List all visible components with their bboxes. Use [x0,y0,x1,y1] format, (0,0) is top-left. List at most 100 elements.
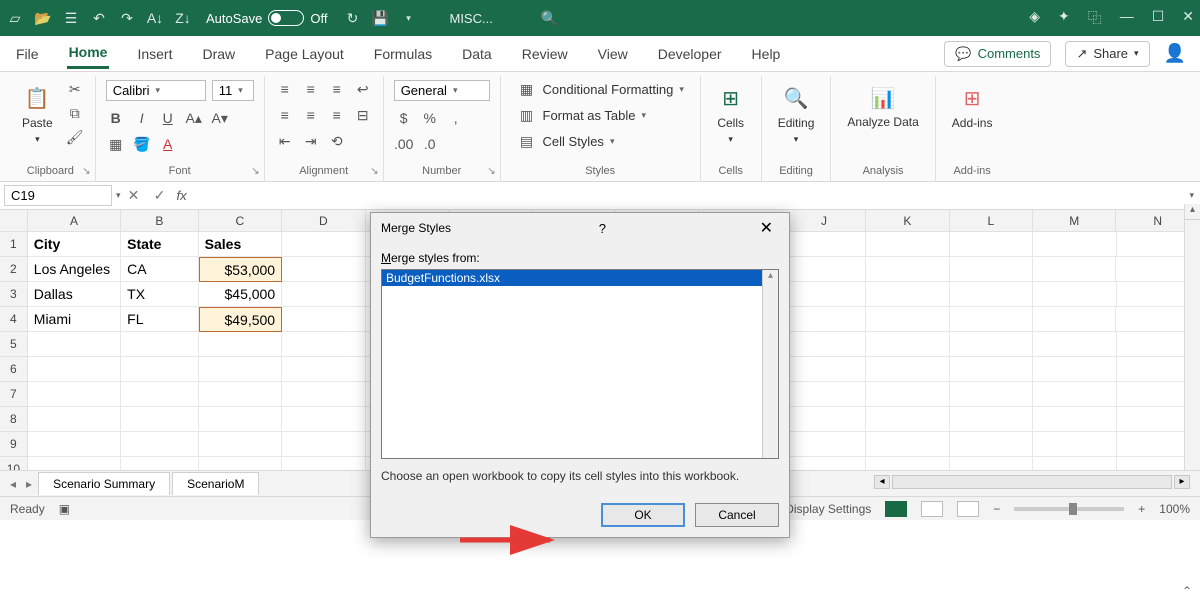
cell[interactable] [1033,232,1116,257]
cell[interactable] [950,432,1033,457]
cell[interactable] [783,407,866,432]
decimal-inc-icon[interactable]: .00 [394,135,414,153]
column-header[interactable]: D [282,210,365,232]
cell[interactable] [28,357,121,382]
cells-button[interactable]: ⊞Cells▾ [711,80,751,149]
align-center-icon[interactable]: ≡ [301,106,321,124]
cell[interactable] [282,332,365,357]
analyze-data-button[interactable]: 📊Analyze Data [841,80,924,133]
cell[interactable] [28,432,121,457]
row-header[interactable]: 4 [0,307,28,332]
decimal-dec-icon[interactable]: .0 [420,135,440,153]
row-header[interactable]: 3 [0,282,28,307]
cell[interactable] [783,232,866,257]
cell[interactable] [1033,307,1116,332]
cell[interactable] [1033,332,1116,357]
cell[interactable] [28,382,121,407]
row-header[interactable]: 6 [0,357,28,382]
row-header[interactable]: 2 [0,257,28,282]
cell[interactable] [866,282,949,307]
sheet-tab[interactable]: ScenarioM [172,472,259,495]
cell[interactable] [866,357,949,382]
cell[interactable]: Miami [28,307,121,332]
scroll-right-icon[interactable]: ▸ [1174,475,1190,489]
merge-icon[interactable]: ⊟ [353,106,373,124]
clipboard-launcher-icon[interactable]: ↘ [82,166,90,177]
qat-dropdown-icon[interactable]: ▾ [399,9,417,27]
search-icon[interactable]: 🔍 [541,10,558,27]
align-left-icon[interactable]: ≡ [275,106,295,124]
cell[interactable] [28,332,121,357]
cell[interactable] [866,332,949,357]
expand-formula-bar-icon[interactable]: ▾ [1183,190,1200,201]
column-header[interactable]: L [950,210,1033,232]
cell[interactable]: State [121,232,199,257]
open-icon[interactable]: 📂 [34,9,52,27]
sheet-nav-next-icon[interactable]: ▸ [22,477,36,491]
maximize-icon[interactable]: ☐ [1152,8,1165,28]
view-page-break-icon[interactable] [957,501,979,517]
cell[interactable] [282,257,365,282]
window-icon[interactable]: ⿻ [1088,8,1102,28]
tab-page-layout[interactable]: Page Layout [263,40,346,68]
indent-inc-icon[interactable]: ⇥ [301,132,321,150]
format-as-table-button[interactable]: ▥Format as Table▾ [517,106,684,124]
tab-view[interactable]: View [596,40,630,68]
scroll-up-icon[interactable]: ▴ [1185,204,1200,220]
cell[interactable] [199,432,282,457]
refresh-icon[interactable]: ↻ [343,9,361,27]
ok-button[interactable]: OK [601,503,685,527]
cell[interactable] [783,382,866,407]
cell[interactable]: $49,500 [199,307,282,332]
wand-icon[interactable]: ✦ [1058,8,1070,28]
cell[interactable] [866,432,949,457]
cell[interactable] [866,407,949,432]
cell[interactable] [783,332,866,357]
row-header[interactable]: 7 [0,382,28,407]
undo-icon[interactable]: ↶ [90,9,108,27]
tab-developer[interactable]: Developer [656,40,724,68]
column-header[interactable]: B [121,210,198,232]
cell[interactable]: Sales [199,232,282,257]
fx-icon[interactable]: fx [173,188,191,203]
alignment-launcher-icon[interactable]: ↘ [370,166,378,177]
cell[interactable] [783,282,866,307]
autosave-pill-icon[interactable] [268,10,304,26]
conditional-formatting-button[interactable]: ▦Conditional Formatting▾ [517,80,684,98]
collapse-ribbon-icon[interactable]: ⌃ [1182,584,1192,598]
cell[interactable] [950,382,1033,407]
cell[interactable] [950,282,1033,307]
scroll-left-icon[interactable]: ◂ [874,475,890,489]
cell[interactable] [282,432,365,457]
cell[interactable] [282,232,365,257]
cell[interactable] [282,382,365,407]
comma-icon[interactable]: , [446,109,466,127]
tab-help[interactable]: Help [750,40,783,68]
number-launcher-icon[interactable]: ↘ [487,166,495,177]
cell[interactable] [1033,382,1116,407]
column-header[interactable]: C [199,210,282,232]
cell[interactable] [121,332,199,357]
border-icon[interactable]: ▦ [106,135,126,153]
cell[interactable] [783,357,866,382]
zoom-in-icon[interactable]: + [1138,502,1145,516]
scroll-up-icon[interactable]: ▴ [763,270,778,281]
minimize-icon[interactable]: ― [1120,8,1134,28]
cell[interactable] [121,407,199,432]
cell[interactable]: FL [121,307,198,332]
align-bottom-icon[interactable]: ≡ [327,80,347,98]
cell[interactable] [783,307,866,332]
zoom-slider[interactable] [1014,507,1124,511]
increase-font-icon[interactable]: A▴ [184,109,204,127]
cell[interactable] [783,432,866,457]
comments-button[interactable]: 💬 Comments [944,41,1051,67]
macro-record-icon[interactable]: ▣ [59,502,70,516]
cell[interactable]: TX [121,282,199,307]
merge-from-listbox[interactable]: BudgetFunctions.xlsx ▴ [381,269,779,459]
cell[interactable] [282,357,365,382]
copy-icon[interactable]: ⧉ [65,104,85,122]
cell[interactable]: $45,000 [199,282,282,307]
cell-styles-button[interactable]: ▤Cell Styles▾ [517,132,684,150]
cell[interactable] [199,332,282,357]
listbox-scrollbar[interactable]: ▴ [762,270,778,458]
